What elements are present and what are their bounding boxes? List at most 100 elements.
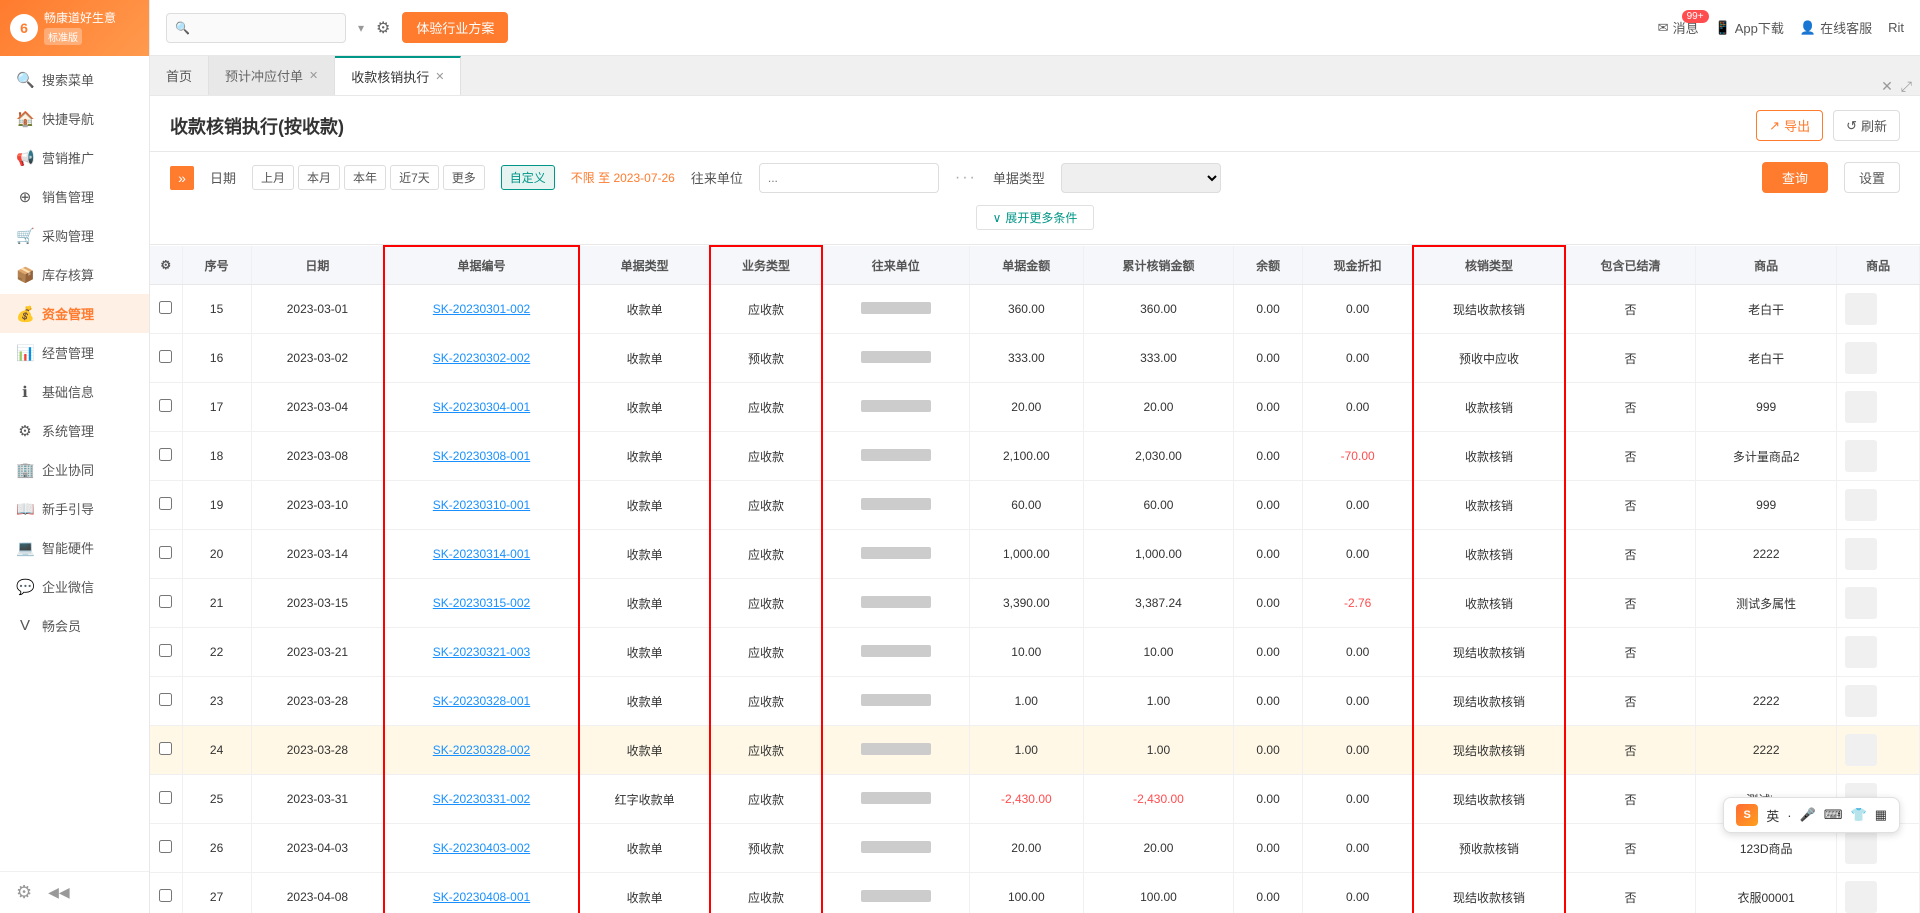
online-service-btn[interactable]: 👤 在线客服: [1800, 18, 1872, 37]
cell-bill-no[interactable]: SK-20230308-001: [384, 432, 579, 481]
cell-bill-no[interactable]: SK-20230314-001: [384, 530, 579, 579]
date-option-更多[interactable]: 更多: [443, 165, 485, 190]
messages-btn[interactable]: ✉ 消息 99+: [1658, 18, 1699, 37]
topbar-search-box[interactable]: 🔍: [166, 13, 346, 43]
sidebar-item-operations[interactable]: 📊经营管理: [0, 333, 149, 372]
row-checkbox[interactable]: [159, 742, 172, 755]
sidebar-label-quicknav: 快捷导航: [42, 109, 94, 128]
cell-checkbox[interactable]: [150, 481, 182, 530]
floating-input-bar: S 英 · 🎤 ⌨ 👕 ▦: [1723, 797, 1900, 833]
settings-icon[interactable]: ⚙: [16, 882, 32, 903]
row-checkbox[interactable]: [159, 791, 172, 804]
date-custom-btn[interactable]: 自定义: [501, 165, 555, 190]
row-checkbox[interactable]: [159, 448, 172, 461]
cell-bill-no[interactable]: SK-20230302-002: [384, 334, 579, 383]
cell-bill-no[interactable]: SK-20230328-002: [384, 726, 579, 775]
floating-bar-mic[interactable]: 🎤: [1800, 807, 1816, 823]
app-download-btn[interactable]: 📱 App下载: [1715, 18, 1784, 37]
cell-checkbox[interactable]: [150, 873, 182, 913]
cell-no: 19: [182, 481, 251, 530]
cell-bill-no[interactable]: SK-20230331-002: [384, 775, 579, 824]
sidebar-item-enterprise[interactable]: 🏢企业协同: [0, 450, 149, 489]
row-checkbox[interactable]: [159, 840, 172, 853]
topbar-gear-icon[interactable]: ⚙: [376, 18, 390, 38]
cell-checkbox[interactable]: [150, 432, 182, 481]
cell-bill-no[interactable]: SK-20230408-001: [384, 873, 579, 913]
sidebar-item-marketing[interactable]: 📢营销推广: [0, 138, 149, 177]
close-window-icon[interactable]: ✕: [1881, 78, 1893, 95]
doc-type-filter-select[interactable]: [1061, 163, 1221, 193]
tab-close-prepay[interactable]: ✕: [309, 69, 318, 82]
sidebar-item-member[interactable]: V畅会员: [0, 606, 149, 645]
doc-type-filter-label: 单据类型: [993, 168, 1045, 187]
cell-bill-no[interactable]: SK-20230321-003: [384, 628, 579, 677]
row-checkbox[interactable]: [159, 693, 172, 706]
cell-checkbox[interactable]: [150, 824, 182, 873]
cell-bill-no[interactable]: SK-20230403-002: [384, 824, 579, 873]
row-checkbox[interactable]: [159, 546, 172, 559]
date-option-本月[interactable]: 本月: [298, 165, 340, 190]
cell-bill-no[interactable]: SK-20230301-002: [384, 285, 579, 334]
row-checkbox[interactable]: [159, 889, 172, 902]
row-checkbox[interactable]: [159, 301, 172, 314]
sidebar-item-system[interactable]: ⚙系统管理: [0, 411, 149, 450]
date-option-本年[interactable]: 本年: [344, 165, 386, 190]
partner-filter-input[interactable]: [759, 163, 939, 193]
sidebar-item-search[interactable]: 🔍搜索菜单: [0, 60, 149, 99]
cell-bill-no[interactable]: SK-20230304-001: [384, 383, 579, 432]
cell-bill-no[interactable]: SK-20230315-002: [384, 579, 579, 628]
cell-checkbox[interactable]: [150, 334, 182, 383]
cell-no: 24: [182, 726, 251, 775]
sidebar-item-wechat[interactable]: 💬企业微信: [0, 567, 149, 606]
user-name[interactable]: Rit: [1888, 20, 1904, 35]
cell-bill-no[interactable]: SK-20230328-001: [384, 677, 579, 726]
cell-checkbox[interactable]: [150, 285, 182, 334]
sidebar-item-guide[interactable]: 📖新手引导: [0, 489, 149, 528]
settings-button[interactable]: 设置: [1844, 162, 1900, 193]
sidebar-item-inventory[interactable]: 📦库存核算: [0, 255, 149, 294]
export-button[interactable]: ↗ 导出: [1756, 110, 1823, 141]
row-checkbox[interactable]: [159, 497, 172, 510]
col-setting[interactable]: ⚙: [150, 246, 182, 285]
sidebar-item-hardware[interactable]: 💻智能硬件: [0, 528, 149, 567]
maximize-icon[interactable]: ⤢: [1901, 78, 1912, 95]
expand-filter-btn[interactable]: ∨ 展开更多条件: [976, 205, 1095, 230]
tab-close-collection[interactable]: ✕: [435, 70, 444, 83]
table-row: 26 2023-04-03 SK-20230403-002 收款单 预收款 20…: [150, 824, 1920, 873]
solution-button[interactable]: 体验行业方案: [402, 12, 508, 43]
topbar-dropdown-arrow[interactable]: ▾: [358, 21, 364, 35]
cell-checkbox[interactable]: [150, 726, 182, 775]
tab-home[interactable]: 首页: [150, 56, 209, 95]
cell-checkbox[interactable]: [150, 775, 182, 824]
cell-checkbox[interactable]: [150, 530, 182, 579]
refresh-button[interactable]: ↺ 刷新: [1833, 110, 1900, 141]
sidebar-item-purchase[interactable]: 🛒采购管理: [0, 216, 149, 255]
sidebar-item-basic[interactable]: ℹ基础信息: [0, 372, 149, 411]
date-option-近7天[interactable]: 近7天: [390, 165, 439, 190]
row-checkbox[interactable]: [159, 644, 172, 657]
floating-bar-shirt[interactable]: 👕: [1851, 807, 1867, 823]
collapse-icon[interactable]: ◀◀: [48, 884, 70, 901]
date-option-上月[interactable]: 上月: [252, 165, 294, 190]
cell-cash-discount: 0.00: [1303, 285, 1413, 334]
filter-toggle-btn[interactable]: »: [170, 166, 194, 190]
row-checkbox[interactable]: [159, 399, 172, 412]
content-area: 收款核销执行(按收款) ↗ 导出 ↺ 刷新 » 日期 上月本月本年近7天更多 自…: [150, 96, 1920, 913]
query-button[interactable]: 查询: [1762, 162, 1828, 193]
cell-checkbox[interactable]: [150, 628, 182, 677]
sidebar-item-finance[interactable]: 💰资金管理: [0, 294, 149, 333]
floating-bar-keyboard[interactable]: ⌨: [1824, 807, 1843, 823]
cell-checkbox[interactable]: [150, 677, 182, 726]
sidebar-item-sales[interactable]: ⊕销售管理: [0, 177, 149, 216]
row-checkbox[interactable]: [159, 350, 172, 363]
sidebar-item-quicknav[interactable]: 🏠快捷导航: [0, 99, 149, 138]
row-checkbox[interactable]: [159, 595, 172, 608]
cell-checkbox[interactable]: [150, 383, 182, 432]
tab-prepay[interactable]: 预计冲应付单✕: [209, 56, 335, 95]
cell-goods-img: [1837, 285, 1920, 334]
cell-bill-no[interactable]: SK-20230310-001: [384, 481, 579, 530]
cell-checkbox[interactable]: [150, 579, 182, 628]
tab-collection[interactable]: 收款核销执行✕: [335, 56, 461, 95]
floating-bar-grid[interactable]: ▦: [1875, 807, 1887, 823]
table-wrapper: ⚙ 序号 日期 单据编号 单据类型 业务类型 往来单位 单据金额 累计核销金额 …: [150, 245, 1920, 913]
